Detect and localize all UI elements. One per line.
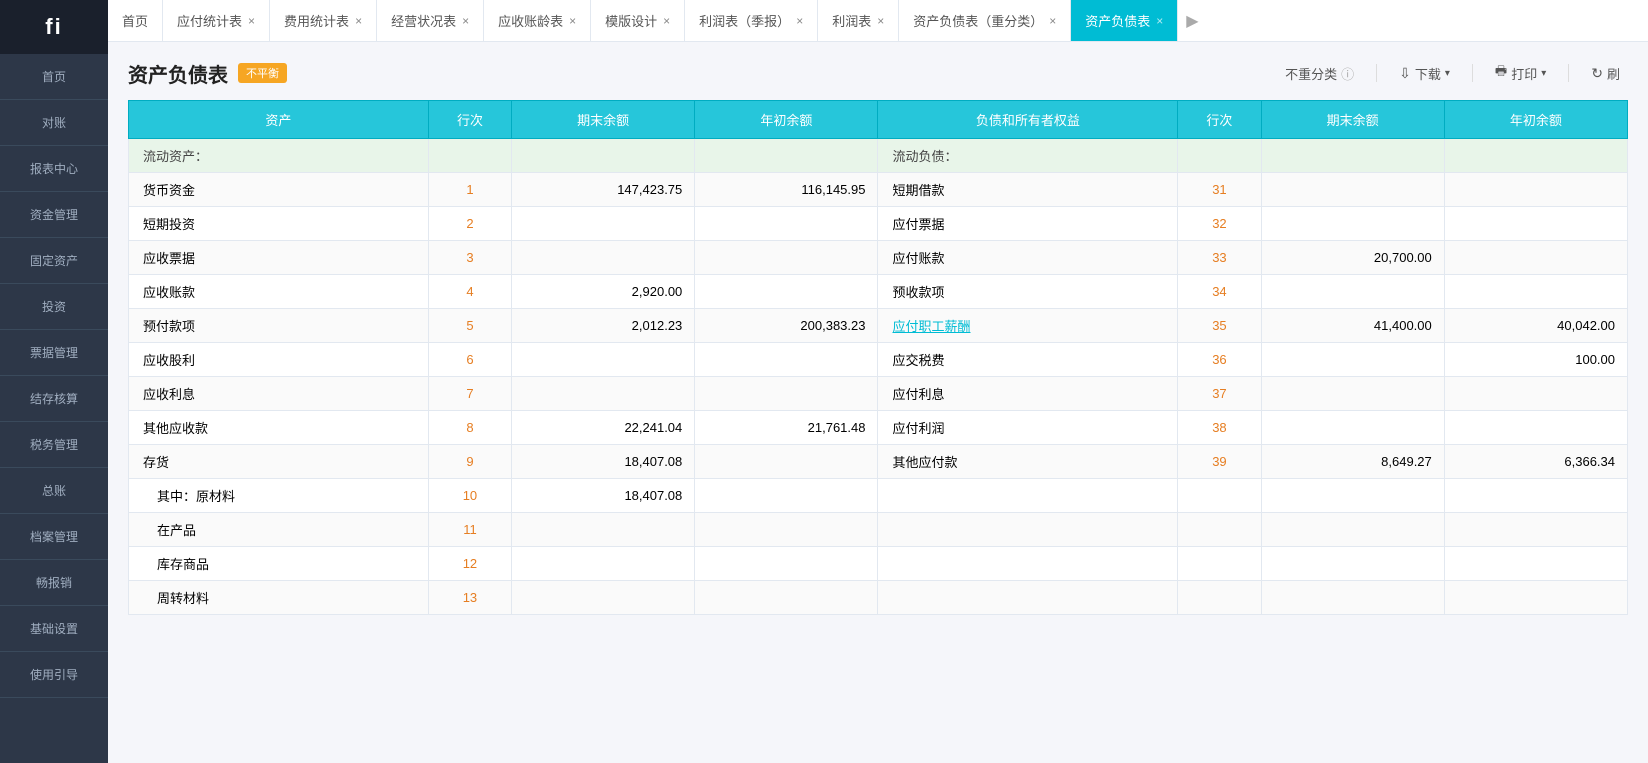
section-right-row: [1178, 139, 1261, 173]
tab-ap-stat[interactable]: 应付统计表 ×: [163, 0, 270, 42]
sidebar-item-expense[interactable]: 畅报销: [0, 560, 108, 606]
unbalanced-badge: 不平衡: [238, 63, 287, 83]
table-row: 存货 9 18,407.08 其他应付款 39 8,649.27 6,366.3…: [129, 445, 1628, 479]
table-row: 其中：原材料 10 18,407.08: [129, 479, 1628, 513]
table-row: 周转材料 13: [129, 581, 1628, 615]
print-icon: 🖶: [1495, 62, 1507, 84]
sidebar: fi 首页 对账 报表中心 资金管理 固定资产 投资 票据管理 结存核算 税务管…: [0, 0, 108, 763]
tab-business-close[interactable]: ×: [462, 14, 469, 28]
tab-scroll-right[interactable]: ▶: [1178, 11, 1206, 31]
tab-home[interactable]: 首页: [108, 0, 163, 42]
help-icon[interactable]: ⓘ: [1341, 64, 1354, 83]
col-end-left: 期末余额: [512, 101, 695, 139]
section-right-end: [1261, 139, 1444, 173]
page-title: 资产负债表: [128, 59, 228, 88]
col-end-right: 期末余额: [1261, 101, 1444, 139]
tab-template[interactable]: 模版设计 ×: [591, 0, 685, 42]
action-divider-1: [1376, 64, 1377, 82]
page-title-area: 资产负债表 不平衡: [128, 59, 287, 88]
action-divider-2: [1472, 64, 1473, 82]
table-row: 应收股利 6 应交税费 36 100.00: [129, 343, 1628, 377]
sidebar-item-tax-mgmt[interactable]: 税务管理: [0, 422, 108, 468]
download-icon: ⇩: [1399, 65, 1411, 82]
print-chevron-icon: ▾: [1541, 68, 1546, 79]
tab-profit-q-close[interactable]: ×: [796, 14, 803, 28]
table-row: 应收账款 4 2,920.00 预收款项 34: [129, 275, 1628, 309]
section-right-begin: [1444, 139, 1627, 173]
sidebar-item-settings[interactable]: 基础设置: [0, 606, 108, 652]
sidebar-item-investment[interactable]: 投资: [0, 284, 108, 330]
download-label: 下载: [1415, 64, 1441, 83]
table-row: 在产品 11: [129, 513, 1628, 547]
tab-expense-stat[interactable]: 费用统计表 ×: [270, 0, 377, 42]
tab-ar-aging-close[interactable]: ×: [569, 14, 576, 28]
col-begin-right: 年初余额: [1444, 101, 1627, 139]
tab-bs-reclassify-close[interactable]: ×: [1049, 14, 1056, 28]
refresh-btn[interactable]: ↻ 刷: [1583, 60, 1628, 87]
page-body: 资产负债表 不平衡 不重分类 ⓘ ⇩ 下载 ▾ 🖶 打印 ▾: [108, 42, 1648, 763]
table-row: 应收票据 3 应付账款 33 20,700.00: [129, 241, 1628, 275]
tab-ar-aging[interactable]: 应收账龄表 ×: [484, 0, 591, 42]
section-left-begin: [695, 139, 878, 173]
section-left-end: [512, 139, 695, 173]
tab-business[interactable]: 经营状况表 ×: [377, 0, 484, 42]
sidebar-item-bill-mgmt[interactable]: 票据管理: [0, 330, 108, 376]
tab-ap-stat-close[interactable]: ×: [248, 14, 255, 28]
main-content: 首页 应付统计表 × 费用统计表 × 经营状况表 × 应收账龄表 × 模版设计 …: [108, 0, 1648, 763]
table-row: 应收利息 7 应付利息 37: [129, 377, 1628, 411]
tab-profit[interactable]: 利润表 ×: [818, 0, 899, 42]
sidebar-item-home[interactable]: 首页: [0, 54, 108, 100]
download-btn[interactable]: ⇩ 下载 ▾: [1391, 60, 1458, 87]
table-row: 预付款项 5 2,012.23 200,383.23 应付职工薪酬 35 41,…: [129, 309, 1628, 343]
section-current-assets: 流动资产： 流动负债：: [129, 139, 1628, 173]
no-reclassify-btn[interactable]: 不重分类 ⓘ: [1277, 60, 1362, 87]
sidebar-item-reconciliation[interactable]: 对账: [0, 100, 108, 146]
tab-bs-reclassify[interactable]: 资产负债表（重分类） ×: [899, 0, 1071, 42]
col-row-right: 行次: [1178, 101, 1261, 139]
col-asset: 资产: [129, 101, 429, 139]
tab-bs-close[interactable]: ×: [1156, 14, 1163, 28]
section-left-row: [428, 139, 511, 173]
refresh-label: 刷: [1607, 64, 1620, 83]
tab-bs[interactable]: 资产负债表 ×: [1071, 0, 1178, 42]
sidebar-item-fixed-assets[interactable]: 固定资产: [0, 238, 108, 284]
tab-profit-close[interactable]: ×: [877, 14, 884, 28]
table-row: 其他应收款 8 22,241.04 21,761.48 应付利润 38: [129, 411, 1628, 445]
table-row: 库存商品 12: [129, 547, 1628, 581]
col-begin-left: 年初余额: [695, 101, 878, 139]
tab-bar: 首页 应付统计表 × 费用统计表 × 经营状况表 × 应收账龄表 × 模版设计 …: [108, 0, 1648, 42]
sidebar-item-inventory[interactable]: 结存核算: [0, 376, 108, 422]
sidebar-item-ledger[interactable]: 总账: [0, 468, 108, 514]
tab-template-close[interactable]: ×: [663, 14, 670, 28]
refresh-icon: ↻: [1591, 65, 1603, 82]
tab-expense-stat-close[interactable]: ×: [355, 14, 362, 28]
action-divider-3: [1568, 64, 1569, 82]
current-liabilities-label: 流动负债：: [878, 139, 1178, 173]
sidebar-item-guide[interactable]: 使用引导: [0, 652, 108, 698]
tab-profit-q[interactable]: 利润表（季报） ×: [685, 0, 818, 42]
sidebar-logo: fi: [0, 0, 108, 54]
report-table: 资产 行次 期末余额 年初余额 负债和所有者权益 行次 期末余额 年初余额 流动…: [128, 100, 1628, 615]
col-liability: 负债和所有者权益: [878, 101, 1178, 139]
sidebar-item-archive[interactable]: 档案管理: [0, 514, 108, 560]
page-header: 资产负债表 不平衡 不重分类 ⓘ ⇩ 下载 ▾ 🖶 打印 ▾: [128, 58, 1628, 88]
current-assets-label: 流动资产：: [129, 139, 429, 173]
print-label: 打印: [1511, 64, 1537, 83]
sidebar-item-fund-mgmt[interactable]: 资金管理: [0, 192, 108, 238]
col-row-left: 行次: [428, 101, 511, 139]
page-actions: 不重分类 ⓘ ⇩ 下载 ▾ 🖶 打印 ▾ ↻ 刷: [1277, 58, 1628, 88]
download-chevron-icon: ▾: [1445, 68, 1450, 79]
print-btn[interactable]: 🖶 打印 ▾: [1487, 58, 1554, 88]
no-reclassify-label: 不重分类: [1285, 64, 1337, 83]
table-row: 货币资金 1 147,423.75 116,145.95 短期借款 31: [129, 173, 1628, 207]
sidebar-item-report-center[interactable]: 报表中心: [0, 146, 108, 192]
table-row: 短期投资 2 应付票据 32: [129, 207, 1628, 241]
